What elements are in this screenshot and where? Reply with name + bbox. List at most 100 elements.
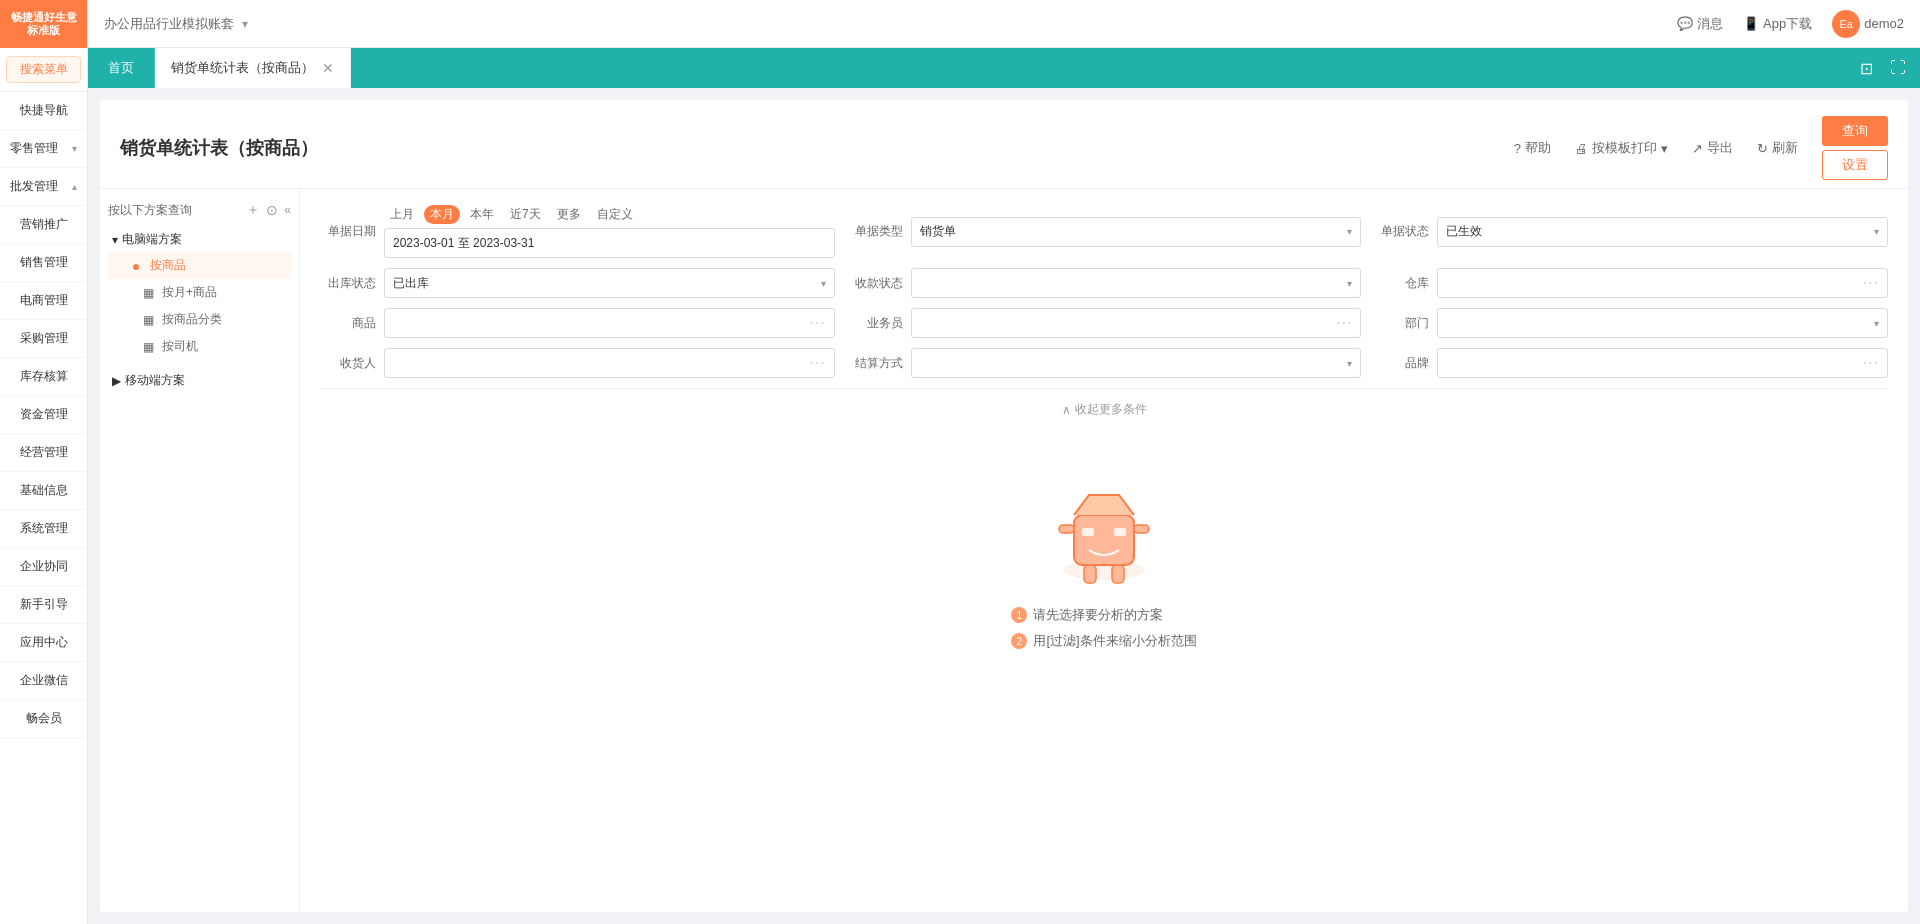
settle-dropdown-arrow: ▾ — [1347, 358, 1352, 369]
chevron-down-icon: ▾ — [72, 143, 77, 154]
sidebar-item-ecommerce[interactable]: 电商管理 — [0, 282, 87, 320]
query-button[interactable]: 查询 — [1822, 116, 1888, 146]
filter-row-1: 单据日期 上月 本月 本年 近7天 更多 自定义 — [320, 205, 1888, 258]
refresh-button[interactable]: ↻ 刷新 — [1749, 135, 1806, 161]
sidebar-item-wholesale-label: 批发管理 — [10, 178, 58, 195]
add-scheme-icon[interactable]: ＋ — [246, 201, 260, 219]
brand-ellipsis: ··· — [1863, 354, 1879, 372]
sidebar-item-wechat[interactable]: 企业微信 — [0, 662, 87, 700]
export-button[interactable]: ↗ 导出 — [1684, 135, 1741, 161]
sidebar-item-member[interactable]: 畅会员 — [0, 700, 87, 738]
scheme-by-cashier[interactable]: ▦ 按司机 — [108, 333, 291, 360]
date-tab-lastmonth[interactable]: 上月 — [384, 205, 420, 224]
tab-home[interactable]: 首页 — [88, 48, 155, 88]
topbar-dropdown-icon[interactable]: ▾ — [242, 17, 248, 31]
scheme-grid-icon-1: ▦ — [140, 285, 156, 301]
svg-rect-7 — [1084, 565, 1096, 583]
template-print-label: 按模板打印 — [1592, 139, 1657, 157]
print-icon: 🖨 — [1575, 141, 1588, 156]
tab-close-icon[interactable]: ✕ — [322, 60, 334, 76]
sidebar-item-retail[interactable]: 零售管理 ▾ — [0, 130, 87, 168]
empty-tips: 1 请先选择要分析的方案 2 用[过滤]条件来缩小分析范围 — [1011, 606, 1196, 658]
scheme-by-month-product[interactable]: ▦ 按月+商品 — [108, 279, 291, 306]
date-tabs: 上月 本月 本年 近7天 更多 自定义 — [384, 205, 835, 224]
date-range-value: 2023-03-01 至 2023-03-31 — [393, 235, 534, 252]
maximize-button[interactable]: ⛶ — [1884, 54, 1912, 82]
tab-active[interactable]: 销货单统计表（按商品） ✕ — [155, 48, 351, 88]
sidebar-item-quick-nav[interactable]: 快捷导航 — [0, 92, 87, 130]
out-input[interactable]: 已出库 ▾ — [384, 268, 835, 298]
desktop-group-title[interactable]: ▾ 电脑端方案 — [108, 227, 291, 252]
date-range-input[interactable]: 2023-03-01 至 2023-03-31 — [384, 228, 835, 258]
settings-button[interactable]: 设置 — [1822, 150, 1888, 180]
avatar-text: Ea — [1840, 18, 1853, 30]
search-menu-button[interactable]: 搜索菜单 — [6, 56, 81, 83]
scheme-by-product[interactable]: ● 按商品 — [108, 252, 291, 279]
minimize-button[interactable]: ⊡ — [1852, 54, 1880, 82]
brand-input[interactable]: ··· — [1437, 348, 1888, 378]
date-tab-thisyear[interactable]: 本年 — [464, 205, 500, 224]
message-label: 消息 — [1697, 15, 1723, 33]
sidebar-item-inventory[interactable]: 库存核算 — [0, 358, 87, 396]
active-tab-label: 销货单统计表（按商品） — [171, 59, 314, 77]
sidebar-item-guide[interactable]: 新手引导 — [0, 586, 87, 624]
dept-input[interactable]: ▾ — [1437, 308, 1888, 338]
product-input[interactable]: ··· — [384, 308, 835, 338]
date-tab-more[interactable]: 更多 — [551, 205, 587, 224]
avatar: Ea — [1832, 10, 1860, 38]
collapse-panel-icon[interactable]: « — [284, 203, 291, 217]
scheme-by-category[interactable]: ▦ 按商品分类 — [108, 306, 291, 333]
sidebar-item-wholesale[interactable]: 批发管理 ▴ — [0, 168, 87, 206]
receiver-input[interactable]: ··· — [384, 348, 835, 378]
edit-scheme-icon[interactable]: ⊙ — [266, 202, 278, 218]
receipt-input[interactable]: ▾ — [911, 268, 1362, 298]
status-input[interactable]: 已生效 ▾ — [1437, 217, 1888, 247]
refresh-label: 刷新 — [1772, 139, 1798, 157]
template-print-button[interactable]: 🖨 按模板打印 ▾ — [1567, 135, 1676, 161]
username-label: demo2 — [1864, 16, 1904, 31]
sidebar-item-enterprise[interactable]: 企业协同 — [0, 548, 87, 586]
salesperson-input[interactable]: ··· — [911, 308, 1362, 338]
filter-product: 商品 ··· — [320, 308, 835, 338]
date-tab-7days[interactable]: 近7天 — [504, 205, 547, 224]
scheme-by-cashier-label: 按司机 — [162, 338, 198, 355]
app-download-button[interactable]: 📱 App下载 — [1743, 15, 1812, 33]
type-input[interactable]: 销货单 ▾ — [911, 217, 1362, 247]
sidebar-item-sales[interactable]: 销售管理 — [0, 244, 87, 282]
desktop-scheme-group: ▾ 电脑端方案 ● 按商品 ▦ 按月+商品 ▦ — [108, 227, 291, 360]
sidebar-item-apps[interactable]: 应用中心 — [0, 624, 87, 662]
sidebar-item-marketing[interactable]: 营销推广 — [0, 206, 87, 244]
sidebar-item-basic[interactable]: 基础信息 — [0, 472, 87, 510]
sidebar-item-operations[interactable]: 经营管理 — [0, 434, 87, 472]
out-label: 出库状态 — [320, 275, 376, 292]
sidebar-search-area: 搜索菜单 — [0, 48, 87, 92]
sidebar-item-finance[interactable]: 资金管理 — [0, 396, 87, 434]
salesperson-ellipsis: ··· — [1336, 314, 1352, 332]
filter-row-4: 收货人 ··· 结算方式 ▾ — [320, 348, 1888, 378]
brand-label: 品牌 — [1373, 355, 1429, 372]
collapse-button[interactable]: ∧ 收起更多条件 — [1050, 397, 1159, 422]
date-tab-thismonth[interactable]: 本月 — [424, 205, 460, 224]
tip-num-1: 1 — [1011, 607, 1027, 623]
sidebar-item-system[interactable]: 系统管理 — [0, 510, 87, 548]
user-menu[interactable]: Ea demo2 — [1832, 10, 1904, 38]
warehouse-ellipsis: ··· — [1863, 274, 1879, 292]
scheme-by-category-label: 按商品分类 — [162, 311, 222, 328]
warehouse-input[interactable]: ··· — [1437, 268, 1888, 298]
filter-receipt-status: 收款状态 ▾ — [847, 268, 1362, 298]
settle-input[interactable]: ▾ — [911, 348, 1362, 378]
sidebar-item-purchase[interactable]: 采购管理 — [0, 320, 87, 358]
salesperson-label: 业务员 — [847, 315, 903, 332]
mobile-group-title[interactable]: ▶ 移动端方案 — [108, 368, 291, 393]
logo-text: 畅捷通好生意 — [11, 11, 77, 24]
receiver-ellipsis: ··· — [809, 354, 825, 372]
scheme-by-product-label: 按商品 — [150, 257, 186, 274]
date-tab-custom[interactable]: 自定义 — [591, 205, 639, 224]
message-button[interactable]: 💬 消息 — [1677, 15, 1723, 33]
left-scheme-panel: 按以下方案查询 ＋ ⊙ « ▾ 电脑端方案 ● — [100, 189, 300, 912]
filter-dept: 部门 ▾ — [1373, 308, 1888, 338]
mobile-expand-icon: ▶ — [112, 374, 121, 388]
filter-type: 单据类型 销货单 ▾ — [847, 205, 1362, 258]
help-button[interactable]: ? 帮助 — [1506, 135, 1559, 161]
app-icon: 📱 — [1743, 16, 1759, 31]
